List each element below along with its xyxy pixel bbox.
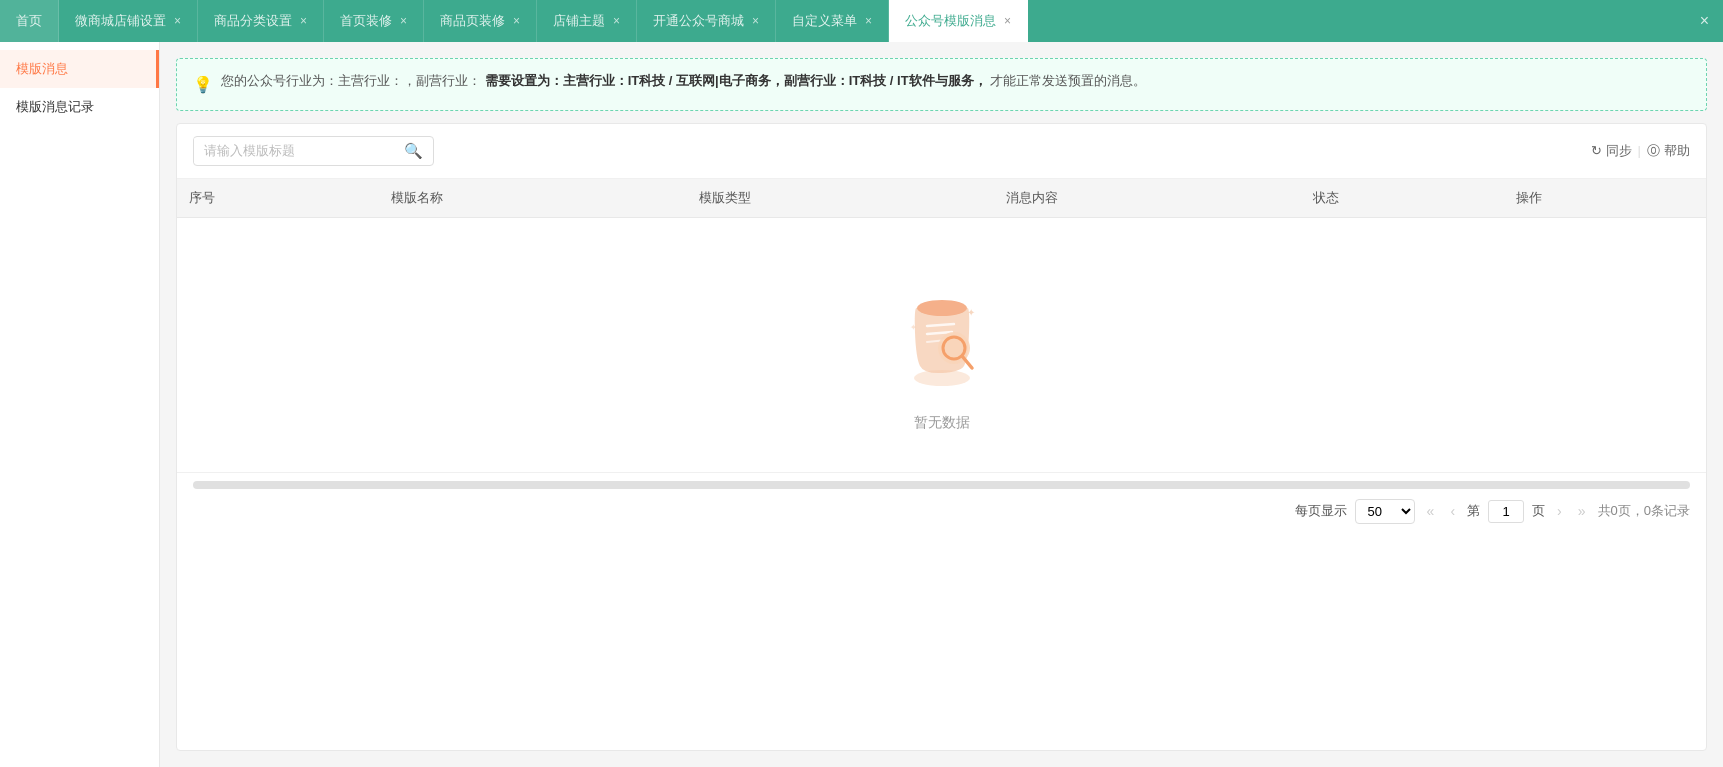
tab-shop-theme[interactable]: 店铺主题 × xyxy=(537,0,637,42)
tab-label: 店铺主题 xyxy=(553,12,605,30)
empty-illustration: ✦ ✦ xyxy=(882,278,1002,398)
sidebar: 模版消息模版消息记录 xyxy=(0,42,160,767)
sidebar-item-template-record[interactable]: 模版消息记录 xyxy=(0,88,159,126)
next-page-button[interactable]: › xyxy=(1553,501,1566,521)
tab-shop-setting[interactable]: 微商城店铺设置 × xyxy=(59,0,198,42)
content-area: 💡 您的公众号行业为：主营行业：，副营行业： 需要设置为：主营行业：IT科技 /… xyxy=(160,42,1723,767)
col-header-content: 消息内容 xyxy=(994,179,1301,218)
help-label: 帮助 xyxy=(1664,142,1690,160)
tab-label: 自定义菜单 xyxy=(792,12,857,30)
tab-close-button[interactable]: × xyxy=(300,14,307,28)
svg-text:✦: ✦ xyxy=(910,323,917,332)
help-icon: ⓪ xyxy=(1647,142,1660,160)
help-button[interactable]: ⓪ 帮助 xyxy=(1647,142,1690,160)
search-wrap: 🔍 xyxy=(193,136,434,166)
scroll-bar-row xyxy=(177,472,1706,489)
tab-close-button[interactable]: × xyxy=(174,14,181,28)
col-header-name: 模版名称 xyxy=(379,179,686,218)
table-card: 🔍 ↻ 同步 | ⓪ 帮助 序号模版名称模版类型消息内容状 xyxy=(176,123,1707,751)
table-header: 序号模版名称模版类型消息内容状态操作 xyxy=(177,179,1706,218)
tab-label: 公众号模版消息 xyxy=(905,12,996,30)
first-page-button[interactable]: « xyxy=(1423,501,1439,521)
page-label: 第 xyxy=(1467,502,1480,520)
tab-close-button[interactable]: × xyxy=(613,14,620,28)
main-layout: 模版消息模版消息记录 💡 您的公众号行业为：主营行业：，副营行业： 需要设置为：… xyxy=(0,42,1723,767)
tab-close-button[interactable]: × xyxy=(752,14,759,28)
col-header-type: 模版类型 xyxy=(687,179,994,218)
col-header-action: 操作 xyxy=(1504,179,1706,218)
tab-label: 商品分类设置 xyxy=(214,12,292,30)
tab-product-decor[interactable]: 商品页装修 × xyxy=(424,0,537,42)
svg-point-1 xyxy=(917,300,967,316)
tab-template-msg[interactable]: 公众号模版消息 × xyxy=(889,0,1028,42)
tab-home[interactable]: 首页 xyxy=(0,0,59,42)
page-unit: 页 xyxy=(1532,502,1545,520)
total-label: 共0页，0条记录 xyxy=(1598,502,1690,520)
sidebar-item-template-msg[interactable]: 模版消息 xyxy=(0,50,159,88)
notice-text: 您的公众号行业为：主营行业：，副营行业： 需要设置为：主营行业：IT科技 / 互… xyxy=(221,71,1146,92)
tab-open-shop[interactable]: 开通公众号商城 × xyxy=(637,0,776,42)
sync-label: 同步 xyxy=(1606,142,1632,160)
tab-custom-menu[interactable]: 自定义菜单 × xyxy=(776,0,889,42)
tab-label: 首页 xyxy=(16,12,42,30)
tab-close-button[interactable]: × xyxy=(1004,14,1011,28)
page-size-select[interactable]: 102050100 xyxy=(1355,499,1415,524)
col-header-index: 序号 xyxy=(177,179,379,218)
notice-highlight: 需要设置为：主营行业：IT科技 / 互联网|电子商务，副营行业：IT科技 / I… xyxy=(485,73,987,88)
close-all-button[interactable]: × xyxy=(1686,12,1723,30)
search-button[interactable]: 🔍 xyxy=(394,137,433,165)
tab-label: 商品页装修 xyxy=(440,12,505,30)
tab-close-button[interactable]: × xyxy=(400,14,407,28)
tab-close-button[interactable]: × xyxy=(513,14,520,28)
toolbar: 🔍 ↻ 同步 | ⓪ 帮助 xyxy=(177,124,1706,179)
tab-home-decor[interactable]: 首页装修 × xyxy=(324,0,424,42)
pagination: 每页显示 102050100 « ‹ 第 页 › » 共0页，0条记录 xyxy=(177,489,1706,534)
tab-category-setting[interactable]: 商品分类设置 × xyxy=(198,0,324,42)
notice-icon: 💡 xyxy=(193,72,213,98)
data-table: 序号模版名称模版类型消息内容状态操作 xyxy=(177,179,1706,218)
last-page-button[interactable]: » xyxy=(1574,501,1590,521)
search-input[interactable] xyxy=(194,138,394,163)
notice-box: 💡 您的公众号行业为：主营行业：，副营行业： 需要设置为：主营行业：IT科技 /… xyxy=(176,58,1707,111)
sync-button[interactable]: ↻ 同步 xyxy=(1591,142,1632,160)
toolbar-right: ↻ 同步 | ⓪ 帮助 xyxy=(1591,142,1690,160)
svg-text:✦: ✦ xyxy=(967,307,975,318)
tab-bar: 首页微商城店铺设置×商品分类设置×首页装修×商品页装修×店铺主题×开通公众号商城… xyxy=(0,0,1723,42)
tab-close-button[interactable]: × xyxy=(865,14,872,28)
tab-label: 首页装修 xyxy=(340,12,392,30)
prev-page-button[interactable]: ‹ xyxy=(1446,501,1459,521)
tab-label: 微商城店铺设置 xyxy=(75,12,166,30)
scroll-track[interactable] xyxy=(193,481,1690,489)
page-input[interactable] xyxy=(1488,500,1524,523)
col-header-status: 状态 xyxy=(1301,179,1503,218)
tab-label: 开通公众号商城 xyxy=(653,12,744,30)
divider: | xyxy=(1638,143,1641,158)
empty-state: ✦ ✦ 暂无数据 xyxy=(177,218,1706,472)
page-size-label: 每页显示 xyxy=(1295,502,1347,520)
empty-text: 暂无数据 xyxy=(914,414,970,432)
sync-icon: ↻ xyxy=(1591,143,1602,158)
